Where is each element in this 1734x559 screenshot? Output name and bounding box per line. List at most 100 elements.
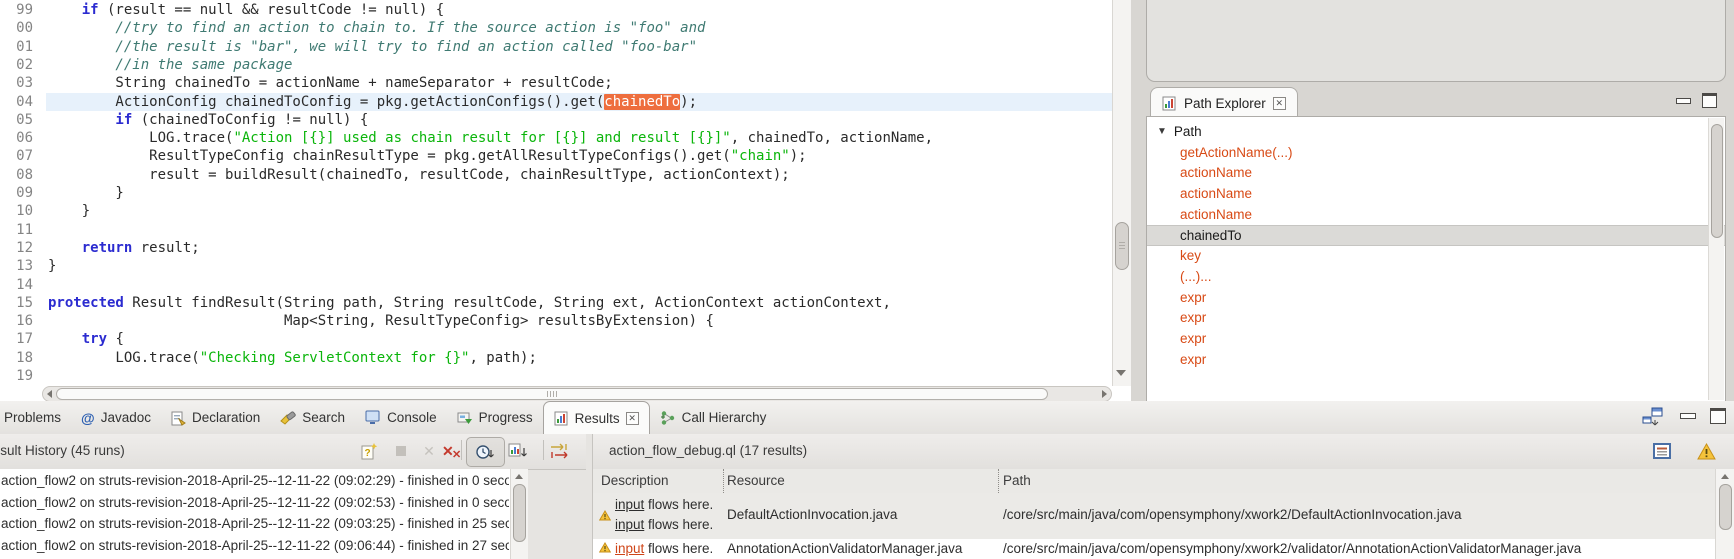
line-number[interactable]: 06 — [0, 129, 33, 147]
scrollbar-thumb[interactable] — [56, 388, 1048, 400]
scroll-up-arrow-icon[interactable] — [515, 474, 523, 479]
history-run-item[interactable]: action_flow2 on struts-revision-2018-Apr… — [1, 535, 509, 557]
occurrence-highlight[interactable]: chainedTo — [604, 93, 681, 110]
code-line[interactable]: } — [48, 202, 90, 220]
resource-cell[interactable]: DefaultActionInvocation.java — [727, 507, 897, 522]
maximize-view-button[interactable] — [1702, 93, 1717, 108]
tree-item[interactable]: expr — [1147, 307, 1725, 328]
scroll-left-arrow-icon[interactable] — [47, 390, 52, 398]
code-line[interactable]: protected Result findResult(String path,… — [48, 294, 891, 312]
line-number[interactable]: 12 — [0, 239, 33, 257]
tree-vertical-scrollbar[interactable] — [1708, 118, 1724, 400]
history-vertical-scrollbar[interactable] — [510, 469, 528, 559]
code-line[interactable]: Map<String, ResultTypeConfig> resultsByE… — [48, 312, 714, 330]
tree-item[interactable]: chainedTo — [1147, 224, 1725, 246]
tab-console[interactable]: Console — [355, 401, 447, 434]
column-header-path[interactable]: Path — [1003, 473, 1031, 488]
code-line[interactable]: try { — [48, 330, 124, 348]
minimize-view-button[interactable] — [1680, 413, 1696, 419]
results-vertical-scrollbar[interactable] — [1715, 469, 1734, 559]
query-help-icon[interactable]: ? — [358, 440, 380, 462]
tree-item[interactable]: (...)... — [1147, 266, 1725, 287]
path-cell[interactable]: /core/src/main/java/com/opensymphony/xwo… — [1003, 507, 1461, 522]
line-number[interactable]: 02 — [0, 56, 33, 74]
line-number[interactable]: 00 — [0, 19, 33, 37]
line-number-gutter[interactable]: 99 00 01 02 03 04 05 06 07 08 09 10 11 12 13 14 15 16 17 18… — [0, 0, 46, 385]
sort-by-results-icon[interactable] — [508, 440, 530, 462]
line-number[interactable]: 11 — [0, 221, 33, 239]
line-number[interactable]: 04 — [0, 93, 33, 111]
result-row[interactable]: input flows here. input flows here. Defaul… — [593, 493, 1715, 539]
line-number[interactable]: 05 — [0, 111, 33, 129]
close-icon[interactable]: ✕ — [625, 411, 639, 425]
tree-item[interactable]: actionName — [1147, 204, 1725, 225]
line-number[interactable]: 08 — [0, 166, 33, 184]
line-number[interactable]: 15 — [0, 294, 33, 312]
flow-step-link[interactable]: input — [615, 541, 644, 556]
code-line[interactable]: String chainedTo = actionName + nameSepa… — [48, 74, 612, 92]
line-number[interactable]: 16 — [0, 312, 33, 330]
scroll-right-arrow-icon[interactable] — [1102, 390, 1107, 398]
tab-results[interactable]: Results ✕ — [542, 401, 650, 434]
tab-call-hierarchy[interactable]: Call Hierarchy — [650, 401, 777, 434]
line-number[interactable]: 07 — [0, 147, 33, 165]
code-editor[interactable]: 99 00 01 02 03 04 05 06 07 08 09 10 11 12 13 14 15 16 17 18… — [0, 0, 1131, 402]
editor-horizontal-scrollbar[interactable] — [42, 386, 1112, 402]
line-number[interactable]: 09 — [0, 184, 33, 202]
line-number[interactable]: 10 — [0, 202, 33, 220]
line-number[interactable]: 14 — [0, 276, 33, 294]
tab-declaration[interactable]: Declaration — [161, 401, 270, 434]
code-line[interactable]: result = buildResult(chainedTo, resultCo… — [48, 166, 790, 184]
restore-views-icon[interactable] — [1642, 405, 1666, 427]
show-table-icon[interactable] — [1651, 440, 1673, 462]
close-icon[interactable]: ✕ — [1272, 96, 1286, 110]
code-line[interactable]: //in the same package — [48, 56, 292, 74]
tree-item[interactable]: getActionName(...) — [1147, 142, 1725, 163]
history-run-item[interactable]: action_flow2 on struts-revision-2018-Apr… — [1, 513, 509, 535]
tab-problems[interactable]: Problems — [0, 401, 71, 434]
maximize-view-button[interactable] — [1710, 408, 1726, 424]
tree-item[interactable]: actionName — [1147, 183, 1725, 204]
code-line[interactable]: if (result == null && resultCode != null… — [48, 1, 444, 19]
path-cell[interactable]: /core/src/main/java/com/opensymphony/xwo… — [1003, 541, 1581, 556]
code-line[interactable]: ResultTypeConfig chainResultType = pkg.g… — [48, 147, 806, 165]
column-header-resource[interactable]: Resource — [727, 473, 785, 488]
path-explorer-tab[interactable]: Path Explorer ✕ — [1150, 87, 1298, 118]
tree-item[interactable]: expr — [1147, 287, 1725, 308]
flow-step-link[interactable]: input — [615, 497, 644, 512]
line-number[interactable]: 99 — [0, 1, 33, 19]
stop-run-icon[interactable] — [390, 440, 412, 462]
scroll-down-arrow-icon[interactable] — [1116, 370, 1126, 376]
sort-by-date-button[interactable] — [466, 437, 505, 467]
scrollbar-thumb[interactable] — [1719, 484, 1732, 530]
code-line[interactable]: //try to find an action to chain to. If … — [48, 19, 705, 37]
result-row[interactable]: input flows here. AnnotationActionValidat… — [593, 539, 1715, 559]
code-line[interactable]: return result; — [48, 239, 200, 257]
scrollbar-thumb[interactable] — [1711, 124, 1723, 238]
tab-progress[interactable]: Progress — [447, 401, 543, 434]
flow-step-link[interactable]: input — [615, 517, 644, 532]
code-text-area[interactable]: if (result == null && resultCode != null… — [46, 0, 1112, 385]
tree-item[interactable]: expr — [1147, 349, 1725, 370]
line-number[interactable]: 13 — [0, 257, 33, 275]
line-number[interactable]: 03 — [0, 74, 33, 92]
code-line[interactable]: } — [48, 257, 56, 275]
code-line[interactable]: ActionConfig chainedToConfig = pkg.getAc… — [48, 93, 697, 111]
history-run-item[interactable]: action_flow2 on struts-revision-2018-Apr… — [1, 470, 509, 492]
code-line[interactable]: //the result is "bar", we will try to fi… — [48, 38, 697, 56]
remove-run-icon[interactable]: ✕ — [418, 440, 440, 462]
scrollbar-thumb[interactable] — [513, 484, 526, 542]
compare-runs-icon[interactable] — [550, 440, 572, 462]
scrollbar-thumb[interactable] — [1115, 222, 1129, 270]
tab-javadoc[interactable]: @ Javadoc — [71, 401, 161, 434]
code-line[interactable]: if (chainedToConfig != null) { — [48, 111, 368, 129]
tab-search[interactable]: Search — [270, 401, 355, 434]
editor-vertical-scrollbar[interactable] — [1112, 0, 1131, 386]
warning-icon[interactable] — [1695, 440, 1717, 462]
line-number[interactable]: 01 — [0, 38, 33, 56]
code-line[interactable]: } — [48, 184, 123, 202]
tree-item[interactable]: actionName — [1147, 162, 1725, 183]
chevron-down-icon[interactable]: ▼ — [1157, 126, 1167, 137]
column-header-description[interactable]: Description — [601, 473, 669, 488]
code-line[interactable]: LOG.trace("Action [{}] used as chain res… — [48, 129, 933, 147]
